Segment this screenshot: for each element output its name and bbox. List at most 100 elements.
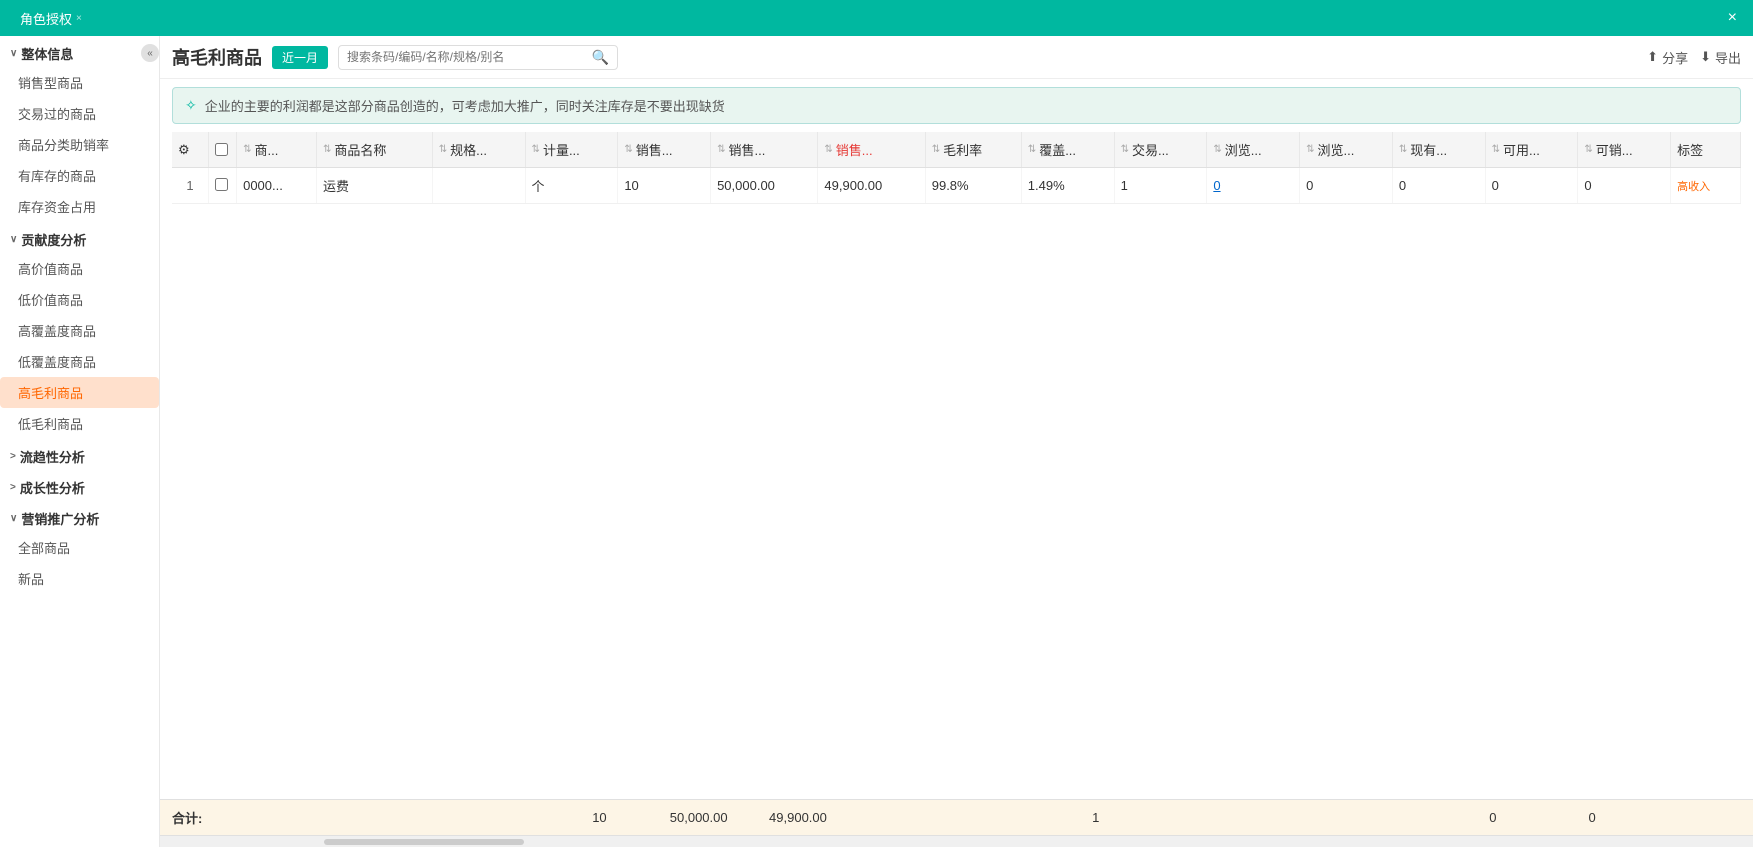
col-spec[interactable]: ⇅规格...: [432, 132, 525, 168]
row-number: 1: [172, 168, 209, 204]
sidebar-item-全部商品[interactable]: 全部商品: [0, 532, 159, 563]
row-unit: 个: [525, 168, 618, 204]
sort-icon: ⇅: [1213, 144, 1221, 155]
sort-icon: ⇅: [1584, 144, 1592, 155]
search-icon[interactable]: 🔍: [592, 49, 609, 66]
sort-icon: ⇅: [323, 144, 331, 155]
table-row: 10000...运费个1050,000.0049,900.0099.8%1.49…: [172, 168, 1741, 204]
sidebar-item-低毛利商品[interactable]: 低毛利商品: [0, 408, 159, 439]
row-checkbox[interactable]: [209, 168, 237, 204]
sidebar-item-低价值商品[interactable]: 低价值商品: [0, 284, 159, 315]
page-title: 高毛利商品: [172, 44, 262, 70]
export-icon: ⬇: [1700, 49, 1711, 65]
top-nav: 首页销售单×进货单×权限设置×角色授权×产成品入库单×单据模板设置×商品分析×商…: [0, 0, 1753, 36]
col-settings[interactable]: ⚙: [172, 132, 209, 168]
row-transaction: 1: [1114, 168, 1207, 204]
footer-saleable: 0: [1542, 810, 1641, 825]
row-view2: 0: [1300, 168, 1393, 204]
table-body: 10000...运费个1050,000.0049,900.0099.8%1.49…: [172, 168, 1741, 204]
sidebar-group-营销推广分析[interactable]: ∨ 营销推广分析: [0, 501, 159, 532]
row-current-stock: 0: [1392, 168, 1485, 204]
select-all-checkbox[interactable]: [215, 143, 228, 156]
col-available[interactable]: ⇅可用...: [1485, 132, 1578, 168]
col-unit[interactable]: ⇅计量...: [525, 132, 618, 168]
sidebar-item-高价值商品[interactable]: 高价值商品: [0, 253, 159, 284]
table-container[interactable]: ⚙ ⇅商... ⇅商品名称 ⇅规格... ⇅计量... ⇅销售... ⇅销售..…: [160, 132, 1753, 799]
col-saleable[interactable]: ⇅可销...: [1578, 132, 1671, 168]
sort-icon: ⇅: [824, 144, 832, 155]
horizontal-scrollbar[interactable]: [160, 835, 1753, 847]
col-current-stock[interactable]: ⇅现有...: [1392, 132, 1485, 168]
sidebar-item-交易过的商品[interactable]: 交易过的商品: [0, 98, 159, 129]
row-spec: [432, 168, 525, 204]
sort-icon: ⇅: [243, 144, 251, 155]
footer-label: 合计:: [172, 808, 252, 827]
col-code[interactable]: ⇅商...: [237, 132, 317, 168]
sort-icon: ⇅: [1399, 144, 1407, 155]
row-view1[interactable]: 0: [1207, 168, 1300, 204]
sort-icon: ⇅: [1306, 144, 1314, 155]
sort-icon: ⇅: [1121, 144, 1129, 155]
col-tag[interactable]: 标签: [1671, 132, 1741, 168]
sidebar-item-高毛利商品[interactable]: 高毛利商品: [0, 377, 159, 408]
scroll-thumb[interactable]: [324, 839, 524, 845]
col-sales-net[interactable]: ⇅销售...: [818, 132, 925, 168]
close-tab-icon[interactable]: ×: [76, 13, 82, 24]
col-coverage[interactable]: ⇅覆盖...: [1021, 132, 1114, 168]
col-sales-amount[interactable]: ⇅销售...: [711, 132, 818, 168]
group-arrow-icon: >: [10, 451, 16, 462]
footer-available: 0: [1443, 810, 1542, 825]
content-header: 高毛利商品 近一月 🔍 ⬆ 分享 ⬇ 导出: [160, 36, 1753, 79]
group-title-label: 营销推广分析: [21, 509, 99, 528]
share-button[interactable]: ⬆ 分享: [1647, 48, 1688, 67]
sidebar-item-低覆盖度商品[interactable]: 低覆盖度商品: [0, 346, 159, 377]
sort-icon: ⇅: [439, 144, 447, 155]
sidebar: « ∨整体信息销售型商品交易过的商品商品分类助销率有库存的商品库存资金占用∨贡献…: [0, 36, 160, 847]
row-saleable: 0: [1578, 168, 1671, 204]
sidebar-item-有库存的商品[interactable]: 有库存的商品: [0, 160, 159, 191]
sidebar-item-新品[interactable]: 新品: [0, 563, 159, 594]
sidebar-group-流趋性分析[interactable]: >流趋性分析: [0, 439, 159, 470]
close-all-button[interactable]: ×: [1720, 9, 1745, 27]
search-input[interactable]: [347, 50, 586, 64]
export-label: 导出: [1715, 48, 1741, 67]
search-box: 🔍: [338, 45, 618, 70]
row-name: 运费: [317, 168, 433, 204]
info-banner: ✧ 企业的主要的利润都是这部分商品创造的，可考虑加大推广，同时关注库存是不要出现…: [172, 87, 1741, 124]
sort-icon: ⇅: [932, 144, 940, 155]
info-icon: ✧: [185, 97, 197, 114]
col-transaction[interactable]: ⇅交易...: [1114, 132, 1207, 168]
col-gross-margin[interactable]: ⇅毛利率: [925, 132, 1021, 168]
group-arrow-icon: >: [10, 482, 16, 493]
sort-icon: ⇅: [1492, 144, 1500, 155]
row-gross-margin: 99.8%: [925, 168, 1021, 204]
sidebar-group-整体信息[interactable]: ∨整体信息: [0, 36, 159, 67]
group-title-label: 成长性分析: [20, 478, 85, 497]
nav-tab-角色授权[interactable]: 角色授权×: [8, 4, 120, 32]
sidebar-group-成长性分析[interactable]: > 成长性分析: [0, 470, 159, 501]
export-button[interactable]: ⬇ 导出: [1700, 48, 1741, 67]
col-view2[interactable]: ⇅浏览...: [1300, 132, 1393, 168]
col-name[interactable]: ⇅商品名称: [317, 132, 433, 168]
sort-icon: ⇅: [717, 144, 725, 155]
footer-summary: 合计: 10 50,000.00 49,900.00 1 0 0: [160, 799, 1753, 835]
sidebar-item-销售型商品[interactable]: 销售型商品: [0, 67, 159, 98]
time-filter-button[interactable]: 近一月: [272, 46, 328, 69]
col-sales-count[interactable]: ⇅销售...: [618, 132, 711, 168]
sidebar-item-库存资金占用[interactable]: 库存资金占用: [0, 191, 159, 222]
sort-icon: ⇅: [624, 144, 632, 155]
sidebar-item-商品分类助销率[interactable]: 商品分类助销率: [0, 129, 159, 160]
col-checkbox[interactable]: [209, 132, 237, 168]
row-select-checkbox[interactable]: [215, 178, 228, 191]
row-sales-count: 10: [618, 168, 711, 204]
footer-sales-count: 10: [550, 810, 649, 825]
group-arrow-icon: ∨: [10, 513, 17, 524]
row-available: 0: [1485, 168, 1578, 204]
info-text: 企业的主要的利润都是这部分商品创造的，可考虑加大推广，同时关注库存是不要出现缺货: [205, 96, 725, 115]
col-view1[interactable]: ⇅浏览...: [1207, 132, 1300, 168]
sidebar-collapse-button[interactable]: «: [141, 44, 159, 62]
main-layout: « ∨整体信息销售型商品交易过的商品商品分类助销率有库存的商品库存资金占用∨贡献…: [0, 36, 1753, 847]
group-arrow-icon: ∨: [10, 234, 17, 245]
sidebar-item-高覆盖度商品[interactable]: 高覆盖度商品: [0, 315, 159, 346]
sidebar-group-贡献度分析[interactable]: ∨贡献度分析: [0, 222, 159, 253]
